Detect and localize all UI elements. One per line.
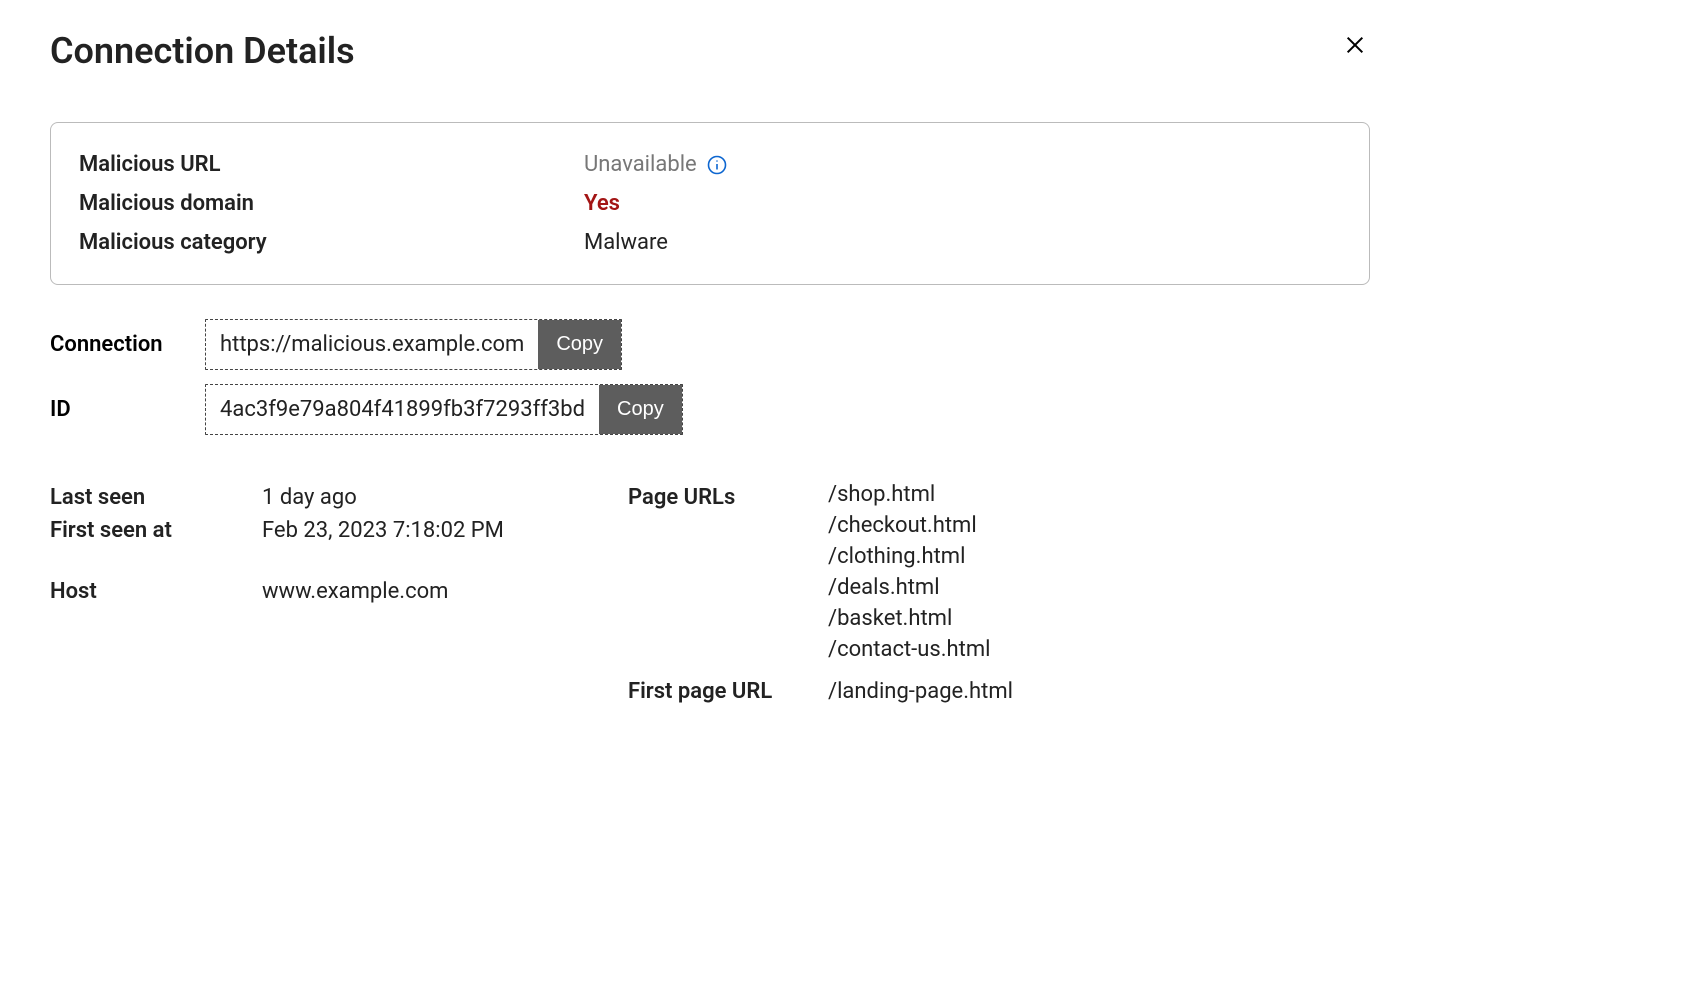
page-urls-row: Page URLs /shop.html /checkout.html /clo… (628, 485, 1370, 671)
last-seen-row: Last seen 1 day ago (50, 485, 628, 510)
malicious-category-row: Malicious category Malware (79, 223, 1341, 262)
malicious-url-row: Malicious URL Unavailable (79, 145, 1341, 184)
page-urls-label: Page URLs (628, 485, 828, 510)
page-url-item: /deals.html (828, 575, 991, 600)
page-title: Connection Details (50, 30, 355, 72)
connection-row: Connection https://malicious.example.com… (50, 319, 1370, 370)
malicious-info-card: Malicious URL Unavailable Malicious doma… (50, 122, 1370, 285)
malicious-domain-value: Yes (584, 191, 620, 216)
host-label: Host (50, 579, 262, 604)
close-button[interactable] (1340, 30, 1370, 63)
page-url-item: /basket.html (828, 606, 991, 631)
last-seen-value: 1 day ago (262, 485, 357, 510)
malicious-url-label: Malicious URL (79, 152, 584, 177)
malicious-domain-label: Malicious domain (79, 191, 584, 216)
copy-id-button[interactable]: Copy (599, 385, 682, 434)
page-url-item: /checkout.html (828, 513, 991, 538)
close-icon (1344, 34, 1366, 56)
first-seen-at-label: First seen at (50, 518, 262, 543)
copy-connection-button[interactable]: Copy (538, 320, 621, 369)
malicious-url-value: Unavailable (584, 152, 697, 177)
malicious-category-label: Malicious category (79, 230, 584, 255)
first-page-url-value: /landing-page.html (828, 679, 1013, 704)
id-value: 4ac3f9e79a804f41899fb3f7293ff3bd (206, 385, 599, 434)
host-row: Host www.example.com (50, 579, 628, 604)
first-seen-at-value: Feb 23, 2023 7:18:02 PM (262, 518, 504, 543)
first-page-url-row: First page URL /landing-page.html (628, 679, 1370, 704)
connection-label: Connection (50, 332, 205, 357)
first-seen-at-row: First seen at Feb 23, 2023 7:18:02 PM (50, 518, 628, 543)
page-url-item: /contact-us.html (828, 637, 991, 662)
page-url-item: /shop.html (828, 482, 991, 507)
page-urls-list: /shop.html /checkout.html /clothing.html… (828, 482, 991, 662)
last-seen-label: Last seen (50, 485, 262, 510)
first-page-url-label: First page URL (628, 679, 828, 704)
connection-value: https://malicious.example.com (206, 320, 538, 369)
page-url-item: /clothing.html (828, 544, 991, 569)
info-icon[interactable] (707, 155, 727, 175)
malicious-domain-row: Malicious domain Yes (79, 184, 1341, 223)
host-value: www.example.com (262, 579, 448, 604)
id-label: ID (50, 397, 205, 422)
details-section: Last seen 1 day ago First seen at Feb 23… (50, 485, 1370, 712)
malicious-category-value: Malware (584, 230, 668, 255)
id-row: ID 4ac3f9e79a804f41899fb3f7293ff3bd Copy (50, 384, 1370, 435)
